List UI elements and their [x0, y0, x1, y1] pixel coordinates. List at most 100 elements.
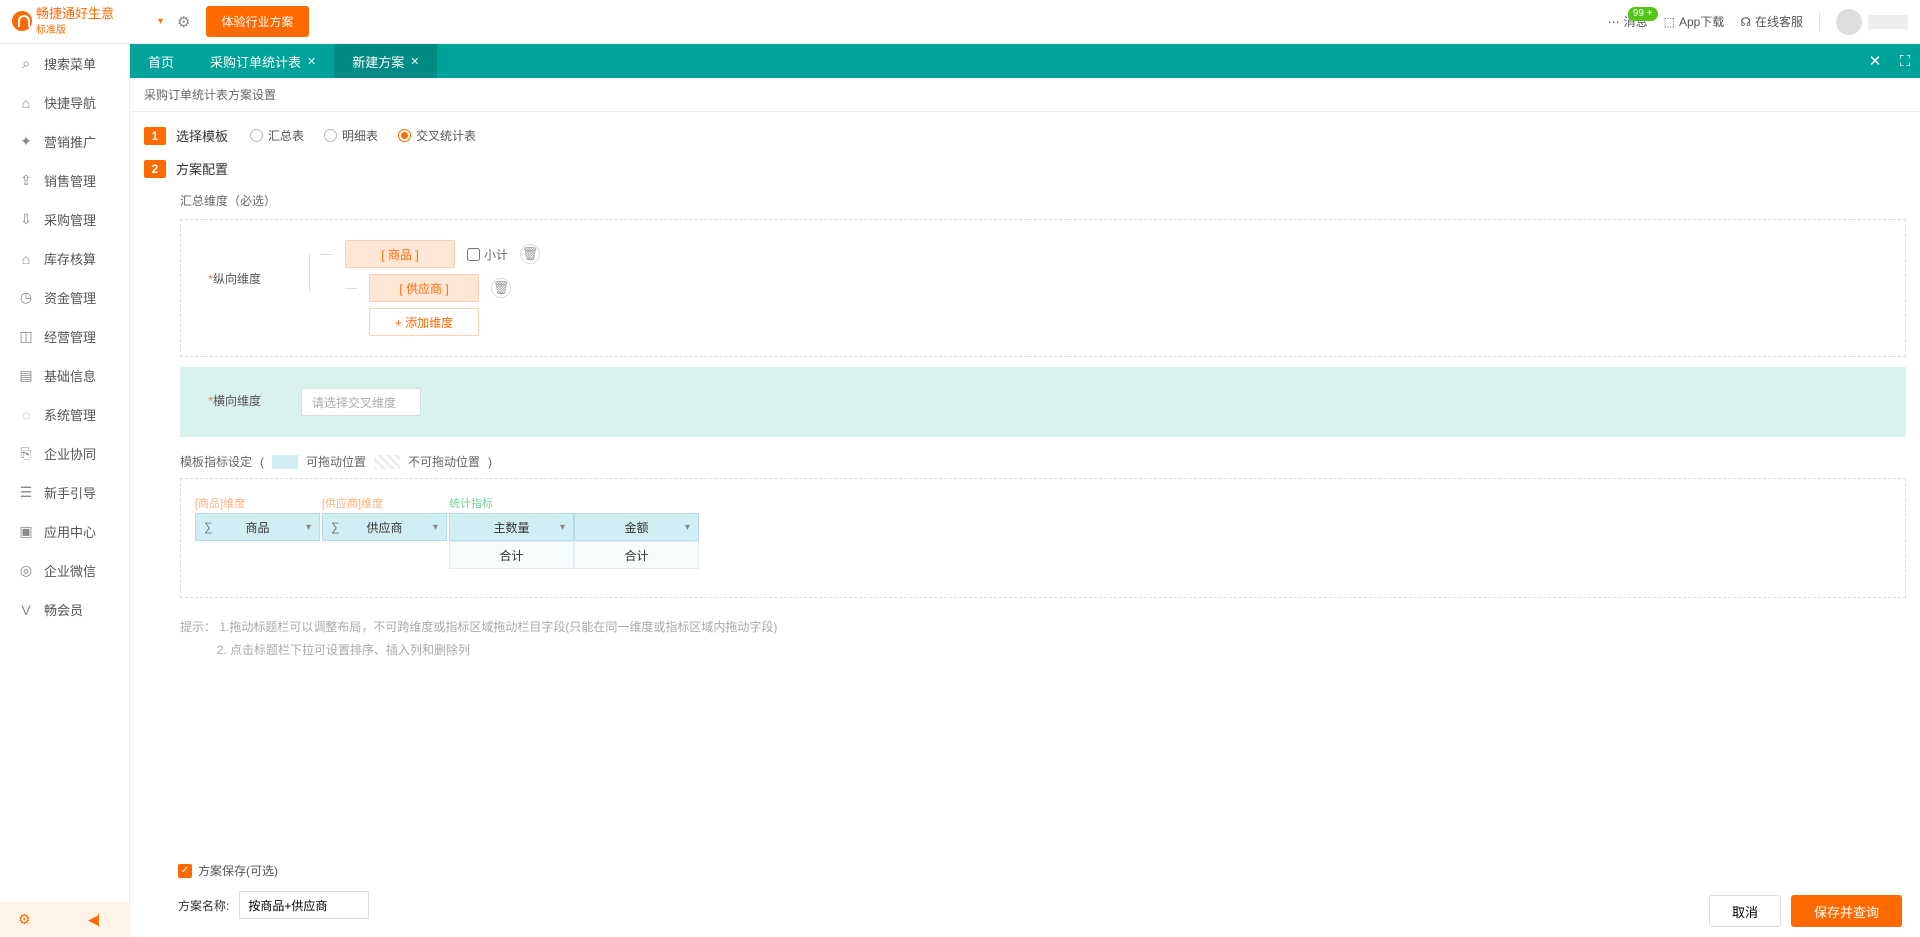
headset-icon: ☊	[1740, 15, 1751, 29]
messages-badge: 99 +	[1628, 7, 1658, 21]
th-product[interactable]: ∑ 商品 ▾	[195, 513, 320, 541]
sidebar-item-4[interactable]: ⇩采购管理	[0, 200, 129, 239]
template-radio-0[interactable]: 汇总表	[250, 127, 304, 144]
chevron-down-icon[interactable]: ▾	[560, 522, 565, 533]
tab-close-icon[interactable]: ✕	[410, 55, 419, 68]
sidebar-item-7[interactable]: ◫经营管理	[0, 317, 129, 356]
template-radio-2[interactable]: 交叉统计表	[398, 127, 476, 144]
summary-dim-label: 汇总维度（必选）	[180, 192, 1906, 209]
chevron-down-icon[interactable]: ▾	[685, 522, 690, 533]
dim-product-box[interactable]: [ 商品 ]	[345, 240, 455, 268]
chevron-down-icon[interactable]: ▾	[433, 522, 438, 533]
company-select[interactable]: ▾	[150, 16, 163, 27]
step-1-label: 选择模板	[176, 126, 228, 145]
sidebar-item-5[interactable]: ⌂库存核算	[0, 239, 129, 278]
chevron-down-icon: ▾	[158, 16, 163, 27]
download-icon: ⬚	[1664, 15, 1675, 29]
sidebar-icon: ◷	[18, 289, 34, 306]
hints: 提示： 1.拖动标题栏可以调整布局，不可跨维度或指标区域拖动栏目字段(只能在同一…	[180, 616, 1906, 662]
legend-draggable-icon	[272, 455, 298, 469]
add-dimension-button[interactable]: + 添加维度	[369, 308, 479, 336]
sidebar-icon: ⇪	[18, 172, 34, 189]
subtotal-checkbox[interactable]: 小计	[467, 246, 508, 263]
plan-name-label: 方案名称:	[178, 897, 229, 914]
user-menu[interactable]	[1836, 9, 1908, 35]
template-radio-1[interactable]: 明细表	[324, 127, 378, 144]
app-header: 畅捷通好生意 标准版 ▾ ⚙ 体验行业方案 ⋯ 消息 99 + ⬚ App下载 …	[0, 0, 1920, 44]
delete-dim-product-icon[interactable]: 🗑	[520, 244, 540, 264]
td-amount-total: 合计	[574, 541, 699, 569]
group-label-product: [商品]维度	[195, 493, 320, 513]
message-icon: ⋯	[1608, 15, 1620, 29]
sidebar-icon: ⇩	[18, 211, 34, 228]
sidebar-icon: ☰	[18, 484, 34, 501]
save-section: ✓ 方案保存(可选) 方案名称:	[130, 850, 1920, 937]
sidebar-footer: ⚙ ◀⎸	[0, 902, 129, 937]
sigma-icon: ∑	[331, 520, 340, 534]
legend-fixed-icon	[374, 455, 400, 469]
th-supplier[interactable]: ∑ 供应商 ▾	[322, 513, 447, 541]
th-amount[interactable]: 金额 ▾	[574, 513, 699, 541]
sidebar-item-10[interactable]: ⎘企业协同	[0, 434, 129, 473]
logo-edition: 标准版	[36, 21, 114, 36]
plan-name-input[interactable]	[239, 891, 369, 919]
horizontal-dim-label: *横向维度	[195, 388, 261, 409]
sidebar-item-2[interactable]: ✦营销推广	[0, 122, 129, 161]
step-2-row: 2 方案配置	[144, 159, 1906, 178]
dim-supplier-box[interactable]: [ 供应商 ]	[369, 274, 479, 302]
logo-name: 畅捷通好生意	[36, 7, 114, 21]
sigma-icon: ∑	[204, 520, 213, 534]
close-all-tabs-icon[interactable]: ✕	[1860, 52, 1890, 70]
page-title: 采购订单统计表方案设置	[130, 78, 1920, 112]
content: 采购订单统计表方案设置 1 选择模板 汇总表 明细表 交叉统计表 2 方案配置 汇总…	[130, 78, 1920, 937]
vertical-dim-panel: *纵向维度 [ 商品 ] 小计 🗑	[180, 219, 1906, 357]
sidebar-item-11[interactable]: ☰新手引导	[0, 473, 129, 512]
sidebar-icon: ▤	[18, 367, 34, 384]
save-plan-checkbox[interactable]: ✓ 方案保存(可选)	[178, 862, 1906, 879]
trial-button[interactable]: 体验行业方案	[206, 6, 308, 37]
sidebar-item-6[interactable]: ◷资金管理	[0, 278, 129, 317]
indicator-table-area: [商品]维度 ∑ 商品 ▾	[180, 478, 1906, 598]
cross-dim-select[interactable]: 请选择交叉维度	[301, 388, 421, 416]
subtotal-check-input[interactable]	[467, 248, 480, 261]
sidebar-item-9[interactable]: ◌系统管理	[0, 395, 129, 434]
cancel-button[interactable]: 取消	[1709, 895, 1781, 927]
save-query-button[interactable]: 保存并查询	[1791, 895, 1902, 927]
divider	[1819, 13, 1820, 31]
sidebar-collapse-icon[interactable]: ◀⎸	[88, 912, 111, 928]
sidebar-item-3[interactable]: ⇪销售管理	[0, 161, 129, 200]
group-label-supplier: [供应商]维度	[322, 493, 447, 513]
step-2-num: 2	[144, 160, 166, 178]
online-service-link[interactable]: ☊ 在线客服	[1740, 13, 1803, 30]
tab-0[interactable]: 首页	[130, 44, 192, 78]
chevron-down-icon[interactable]: ▾	[306, 522, 311, 533]
tab-bar: 首页采购订单统计表✕新建方案✕ ✕ ⛶	[130, 44, 1920, 78]
th-qty[interactable]: 主数量 ▾	[449, 513, 574, 541]
sidebar-icon: ◌	[18, 407, 34, 423]
sidebar-item-13[interactable]: ◎企业微信	[0, 551, 129, 590]
sidebar-icon: ◫	[18, 328, 34, 345]
tab-1[interactable]: 采购订单统计表✕	[192, 44, 334, 78]
check-icon: ✓	[178, 864, 192, 878]
delete-dim-supplier-icon[interactable]: 🗑	[491, 278, 511, 298]
sidebar-item-0[interactable]: ⌕搜索菜单	[0, 44, 129, 83]
sidebar-item-14[interactable]: V畅会员	[0, 590, 129, 629]
step-1-num: 1	[144, 127, 166, 145]
vertical-dim-label: *纵向维度	[195, 240, 261, 287]
sidebar-item-1[interactable]: ⌂快捷导航	[0, 83, 129, 122]
horizontal-dim-panel: *横向维度 请选择交叉维度	[180, 367, 1906, 437]
tab-close-icon[interactable]: ✕	[307, 55, 316, 68]
settings-gear-icon[interactable]: ⚙	[177, 13, 190, 31]
radio-icon	[250, 129, 263, 142]
sidebar-item-8[interactable]: ▤基础信息	[0, 356, 129, 395]
sidebar-settings-icon[interactable]: ⚙	[18, 911, 31, 928]
step-1-row: 1 选择模板 汇总表 明细表 交叉统计表	[144, 126, 1906, 145]
sidebar-icon: ⌂	[18, 95, 34, 111]
header-right: ⋯ 消息 99 + ⬚ App下载 ☊ 在线客服	[1608, 9, 1908, 35]
fullscreen-icon[interactable]: ⛶	[1890, 53, 1920, 70]
messages-link[interactable]: ⋯ 消息 99 +	[1608, 13, 1648, 30]
tab-2[interactable]: 新建方案✕	[334, 44, 437, 78]
sidebar-item-12[interactable]: ▣应用中心	[0, 512, 129, 551]
app-download-link[interactable]: ⬚ App下载	[1664, 13, 1725, 30]
group-label-metric: 统计指标	[449, 493, 699, 513]
